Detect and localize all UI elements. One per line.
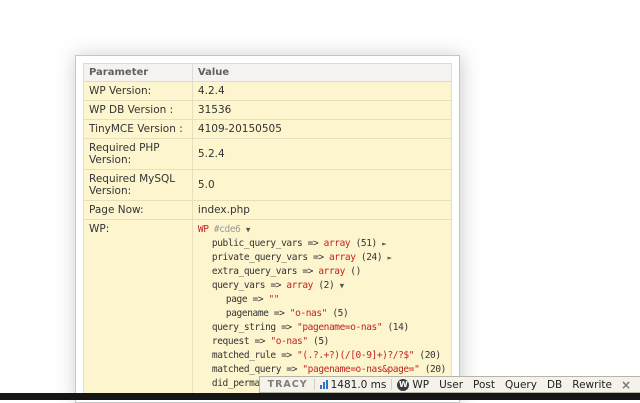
dump-line: extra_query_vars => array () [198, 265, 446, 279]
column-header-parameter: Parameter [83, 63, 193, 82]
dump-str: "" [268, 294, 280, 305]
table-row-wp-dump: WP: WP #cde6 ▼ public_query_vars => array… [83, 219, 453, 395]
wordpress-icon: W [397, 378, 410, 391]
table-row: Page Now: index.php [83, 200, 453, 220]
dump-pl: (20) [419, 364, 446, 375]
wp-dump: WP #cde6 ▼ public_query_vars => array (51… [198, 223, 446, 391]
param-cell: WP DB Version : [83, 100, 193, 120]
dump-key: request [211, 336, 250, 347]
table-row: Required MySQL Version: 5.0 [83, 169, 453, 201]
dump-pl: => [247, 294, 269, 305]
dump-line: WP #cde6 ▼ [198, 223, 446, 237]
panel-toggle-wp[interactable]: W WP [392, 378, 434, 391]
panel-toggle-query[interactable]: Query [500, 379, 542, 391]
table-header-row: Parameter Value [83, 63, 453, 82]
dump-arr: array [328, 252, 356, 263]
dump-hash: #cde6 [213, 224, 241, 235]
param-cell: WP Version: [83, 81, 193, 101]
dump-pl: => [281, 364, 303, 375]
dump-key: matched_rule [211, 350, 276, 361]
value-cell: 4.2.4 [191, 81, 453, 101]
dump-key: private_query_vars [211, 252, 308, 263]
dump-key: pagename [225, 308, 269, 319]
dump-str: "pagename=o-nas&page=" [302, 364, 420, 375]
panel-toggle-rewrite[interactable]: Rewrite [567, 379, 617, 391]
execution-time-label: 1481.0 ms [330, 378, 387, 391]
panel-toggle-post[interactable]: Post [468, 379, 500, 391]
value-cell: 5.2.4 [191, 138, 453, 170]
param-cell: Required PHP Version: [83, 138, 193, 170]
dump-line: public_query_vars => array (51) ► [198, 237, 446, 251]
dump-str: "(.?.+?)(/[0-9]+)?/?$" [297, 350, 415, 361]
dump-arr: array [323, 238, 351, 249]
panel-toggle-db[interactable]: DB [542, 379, 567, 391]
dump-line: request => "o-nas" (5) [198, 335, 446, 349]
dump-key: public_query_vars [211, 238, 303, 249]
value-cell: index.php [191, 200, 453, 220]
dump-pl: () [344, 266, 361, 277]
param-cell: Required MySQL Version: [83, 169, 193, 201]
table-row: Required PHP Version: 5.2.4 [83, 138, 453, 170]
bar-chart-icon [319, 380, 328, 389]
tracy-logo[interactable]: TRACY [262, 379, 314, 390]
dump-pl: => [265, 280, 287, 291]
dump-line: page => "" [198, 293, 446, 307]
close-icon[interactable]: × [617, 378, 638, 392]
dump-key: page [225, 294, 248, 305]
dump-str: "pagename=o-nas" [297, 322, 383, 333]
dump-pl: (5) [307, 336, 329, 347]
dump-key: extra_query_vars [211, 266, 298, 277]
dump-line: pagename => "o-nas" (5) [198, 307, 446, 321]
dump-pl: => [268, 308, 290, 319]
dump-pl: (5) [327, 308, 349, 319]
panel-toggle-user[interactable]: User [434, 379, 468, 391]
param-cell: Page Now: [83, 200, 193, 220]
param-cell: WP: [83, 219, 193, 395]
dump-line: private_query_vars => array (24) ► [198, 251, 446, 265]
dump-toggle-icon[interactable]: ► [382, 239, 387, 248]
dump-pl: => [307, 252, 329, 263]
dump-key: matched_query [211, 364, 282, 375]
table-row: WP Version: 4.2.4 [83, 81, 453, 101]
dump-str: "o-nas" [270, 336, 308, 347]
dump-pl: (2) [313, 280, 340, 291]
dump-pl: => [249, 336, 271, 347]
dump-pl: => [297, 266, 319, 277]
dump-pl: => [275, 322, 298, 333]
panel-toggle-wp-label: WP [412, 378, 430, 391]
tracy-wp-info-panel: Parameter Value WP Version: 4.2.4 WP DB … [75, 55, 460, 403]
dump-line: matched_rule => "(.?.+?)(/[0-9]+)?/?$" (… [198, 349, 446, 363]
dump-toggle-icon[interactable]: ▼ [246, 225, 251, 234]
column-header-value: Value [191, 63, 453, 82]
dump-line: query_vars => array (2) ▼ [198, 279, 446, 293]
value-cell: 31536 [191, 100, 453, 120]
value-cell: WP #cde6 ▼ public_query_vars => array (51… [191, 219, 453, 395]
dump-key: query_vars [211, 280, 266, 291]
dump-toggle-icon[interactable]: ► [388, 253, 393, 262]
dump-key: query_string [211, 322, 276, 333]
dump-line: query_string => "pagename=o-nas" (14) [198, 321, 446, 335]
dump-pl: (20) [414, 350, 441, 361]
dump-str: "o-nas" [289, 308, 328, 319]
dump-pl: => [275, 350, 298, 361]
dump-pl: (14) [382, 322, 409, 333]
dump-pl: (24) [355, 252, 388, 263]
dump-pl: (51) [350, 238, 383, 249]
dump-arr: array [286, 280, 314, 291]
tracy-debug-bar: TRACY 1481.0 ms W WP User Post Query DB … [258, 376, 640, 393]
dump-obj: WP [197, 224, 209, 235]
bottom-edge [0, 393, 640, 400]
value-cell: 5.0 [191, 169, 453, 201]
value-cell: 4109-20150505 [191, 119, 453, 139]
dump-pl: => [302, 238, 324, 249]
table-row: WP DB Version : 31536 [83, 100, 453, 120]
wp-info-table: Parameter Value WP Version: 4.2.4 WP DB … [83, 63, 453, 395]
table-row: TinyMCE Version : 4109-20150505 [83, 119, 453, 139]
dump-line: matched_query => "pagename=o-nas&page=" … [198, 363, 446, 377]
param-cell: TinyMCE Version : [83, 119, 193, 139]
execution-time-item[interactable]: 1481.0 ms [315, 379, 392, 391]
dump-toggle-icon[interactable]: ▼ [340, 281, 345, 290]
dump-arr: array [318, 266, 345, 277]
